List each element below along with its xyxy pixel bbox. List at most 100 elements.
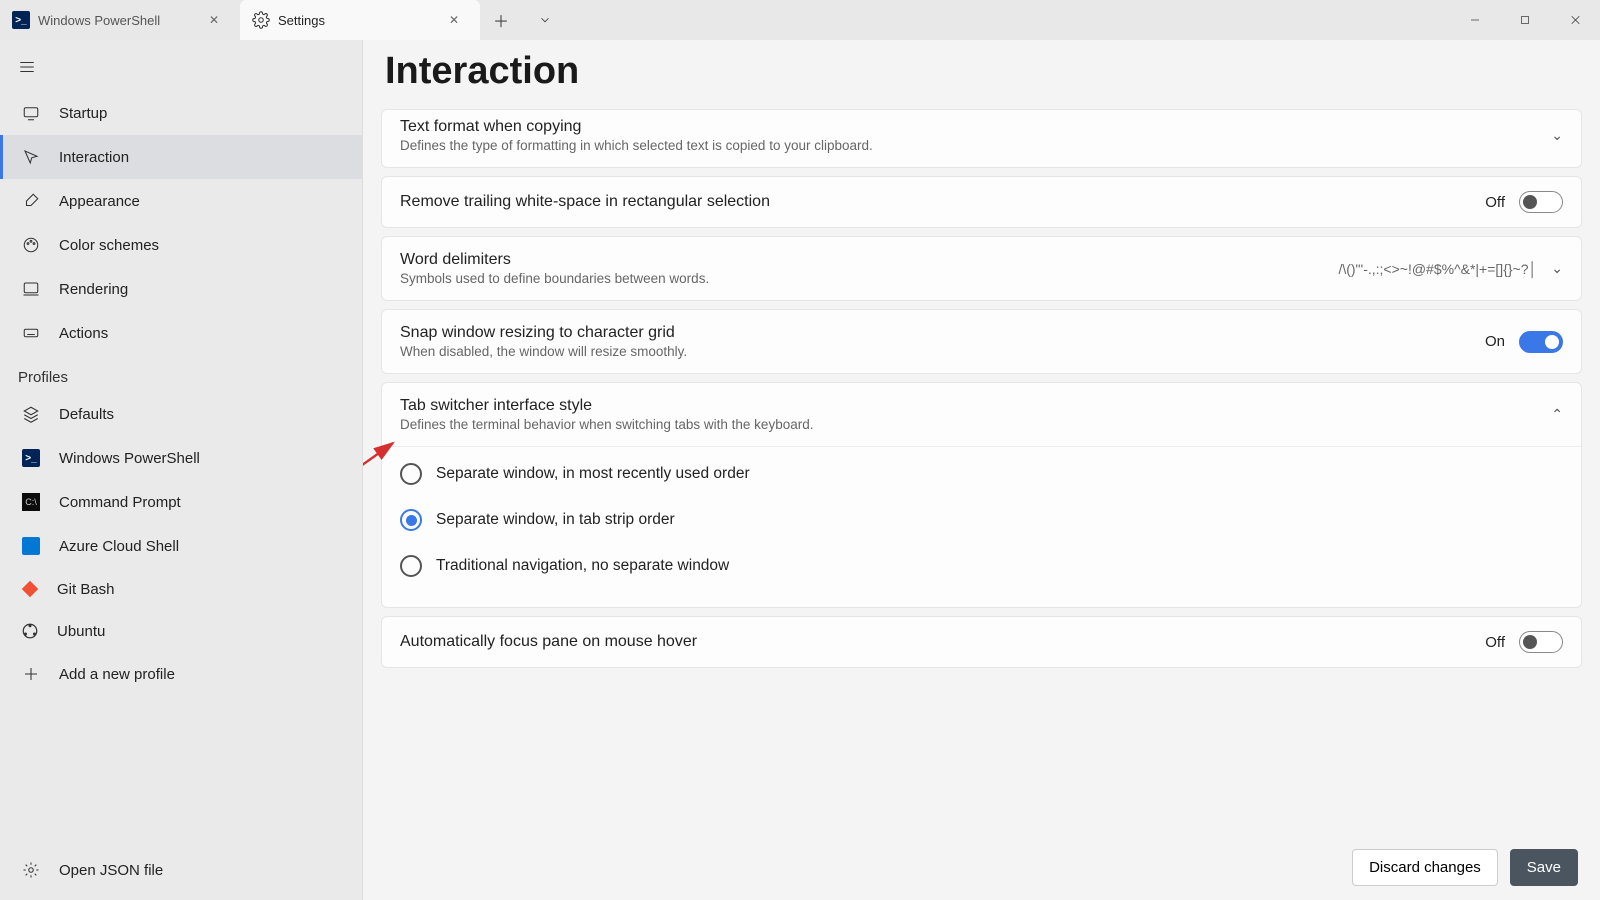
layers-icon: [21, 404, 41, 424]
powershell-icon: >_: [12, 11, 30, 29]
setting-tab-switcher: Tab switcher interface style Defines the…: [381, 382, 1582, 608]
save-button[interactable]: Save: [1510, 849, 1578, 886]
cursor-icon: [21, 147, 41, 167]
toggle-state: On: [1485, 333, 1505, 350]
footer: Discard changes Save: [363, 835, 1600, 900]
setting-title: Text format when copying: [400, 118, 1537, 136]
radio-label: Separate window, in most recently used o…: [436, 465, 750, 483]
radio-option-mru[interactable]: Separate window, in most recently used o…: [400, 451, 1563, 497]
tab-powershell[interactable]: >_ Windows PowerShell ✕: [0, 0, 240, 40]
keyboard-icon: [21, 323, 41, 343]
sidebar-item-ubuntu[interactable]: Ubuntu: [0, 610, 362, 652]
setting-description: When disabled, the window will resize sm…: [400, 344, 1471, 359]
sidebar-item-label: Startup: [59, 105, 107, 122]
startup-icon: [21, 103, 41, 123]
content: Interaction Text format when copying Def…: [363, 40, 1600, 900]
setting-header[interactable]: Tab switcher interface style Defines the…: [382, 383, 1581, 446]
sidebar-item-label: Git Bash: [57, 581, 115, 598]
radio-icon: [400, 463, 422, 485]
sidebar-item-label: Appearance: [59, 193, 140, 210]
tab-dropdown-button[interactable]: [522, 0, 568, 40]
sidebar-item-windows-powershell[interactable]: >_ Windows PowerShell: [0, 436, 362, 480]
sidebar-item-label: Windows PowerShell: [59, 450, 200, 467]
sidebar-item-interaction[interactable]: Interaction: [0, 135, 362, 179]
powershell-icon: >_: [21, 448, 41, 468]
radio-icon: [400, 509, 422, 531]
sidebar: Startup Interaction Appearance Color sch…: [0, 40, 363, 900]
toggle-state: Off: [1485, 634, 1505, 651]
brush-icon: [21, 191, 41, 211]
palette-icon: [21, 235, 41, 255]
chevron-down-icon: ⌄: [1551, 260, 1563, 277]
setting-description: Defines the type of formatting in which …: [400, 138, 1537, 153]
sidebar-item-label: Command Prompt: [59, 494, 181, 511]
sidebar-item-defaults[interactable]: Defaults: [0, 392, 362, 436]
tab-title: Settings: [278, 13, 432, 28]
sidebar-item-actions[interactable]: Actions: [0, 311, 362, 355]
chevron-down-icon: ⌄: [1551, 127, 1563, 144]
toggle-switch[interactable]: [1519, 331, 1563, 353]
plus-icon: [21, 664, 41, 684]
discard-button[interactable]: Discard changes: [1352, 849, 1498, 886]
setting-word-delimiters[interactable]: Word delimiters Symbols used to define b…: [381, 236, 1582, 301]
cmd-icon: C:\: [21, 492, 41, 512]
sidebar-item-command-prompt[interactable]: C:\ Command Prompt: [0, 480, 362, 524]
gear-icon: [252, 11, 270, 29]
maximize-button[interactable]: [1500, 0, 1550, 40]
toggle-state: Off: [1485, 194, 1505, 211]
profiles-heading: Profiles: [0, 355, 362, 392]
setting-value: /\()"'-.,:;<>~!@#$%^&*|+=[]{}~?│: [1338, 261, 1537, 277]
hamburger-button[interactable]: [0, 48, 362, 91]
azure-icon: [21, 536, 41, 556]
sidebar-item-git-bash[interactable]: Git Bash: [0, 568, 362, 610]
setting-title: Tab switcher interface style: [400, 397, 1537, 415]
chevron-up-icon: ⌃: [1551, 406, 1563, 423]
close-icon[interactable]: ✕: [440, 6, 468, 34]
sidebar-item-azure-cloud-shell[interactable]: Azure Cloud Shell: [0, 524, 362, 568]
radio-icon: [400, 555, 422, 577]
sidebar-item-label: Defaults: [59, 406, 114, 423]
radio-label: Separate window, in tab strip order: [436, 511, 675, 529]
titlebar: >_ Windows PowerShell ✕ Settings ✕ ＋: [0, 0, 1600, 40]
setting-title: Word delimiters: [400, 251, 1324, 269]
radio-option-strip-order[interactable]: Separate window, in tab strip order: [400, 497, 1563, 543]
sidebar-item-add-profile[interactable]: Add a new profile: [0, 652, 362, 696]
page-title: Interaction: [385, 50, 1578, 93]
setting-title: Snap window resizing to character grid: [400, 324, 1471, 342]
sidebar-item-label: Interaction: [59, 149, 129, 166]
setting-remove-trailing[interactable]: Remove trailing white-space in rectangul…: [381, 176, 1582, 228]
sidebar-item-label: Color schemes: [59, 237, 159, 254]
sidebar-item-startup[interactable]: Startup: [0, 91, 362, 135]
setting-text-format[interactable]: Text format when copying Defines the typ…: [381, 109, 1582, 168]
tab-title: Windows PowerShell: [38, 13, 192, 28]
new-tab-button[interactable]: ＋: [480, 0, 522, 40]
setting-title: Automatically focus pane on mouse hover: [400, 633, 1471, 651]
setting-title: Remove trailing white-space in rectangul…: [400, 193, 1471, 211]
git-icon: [21, 580, 39, 598]
tab-settings[interactable]: Settings ✕: [240, 0, 480, 40]
sidebar-item-open-json[interactable]: Open JSON file: [0, 848, 362, 892]
sidebar-item-label: Azure Cloud Shell: [59, 538, 179, 555]
toggle-switch[interactable]: [1519, 191, 1563, 213]
setting-description: Defines the terminal behavior when switc…: [400, 417, 1537, 432]
ubuntu-icon: [21, 622, 39, 640]
window-controls: [1450, 0, 1600, 40]
gear-icon: [21, 860, 41, 880]
setting-description: Symbols used to define boundaries betwee…: [400, 271, 1324, 286]
sidebar-item-label: Open JSON file: [59, 862, 163, 879]
setting-auto-focus[interactable]: Automatically focus pane on mouse hover …: [381, 616, 1582, 668]
setting-snap-resize[interactable]: Snap window resizing to character grid W…: [381, 309, 1582, 374]
radio-option-traditional[interactable]: Traditional navigation, no separate wind…: [400, 543, 1563, 589]
sidebar-item-label: Ubuntu: [57, 623, 105, 640]
monitor-icon: [21, 279, 41, 299]
radio-label: Traditional navigation, no separate wind…: [436, 557, 729, 575]
toggle-switch[interactable]: [1519, 631, 1563, 653]
close-window-button[interactable]: [1550, 0, 1600, 40]
sidebar-item-appearance[interactable]: Appearance: [0, 179, 362, 223]
sidebar-item-label: Actions: [59, 325, 108, 342]
sidebar-item-color-schemes[interactable]: Color schemes: [0, 223, 362, 267]
close-icon[interactable]: ✕: [200, 6, 228, 34]
minimize-button[interactable]: [1450, 0, 1500, 40]
sidebar-item-label: Add a new profile: [59, 666, 175, 683]
sidebar-item-rendering[interactable]: Rendering: [0, 267, 362, 311]
